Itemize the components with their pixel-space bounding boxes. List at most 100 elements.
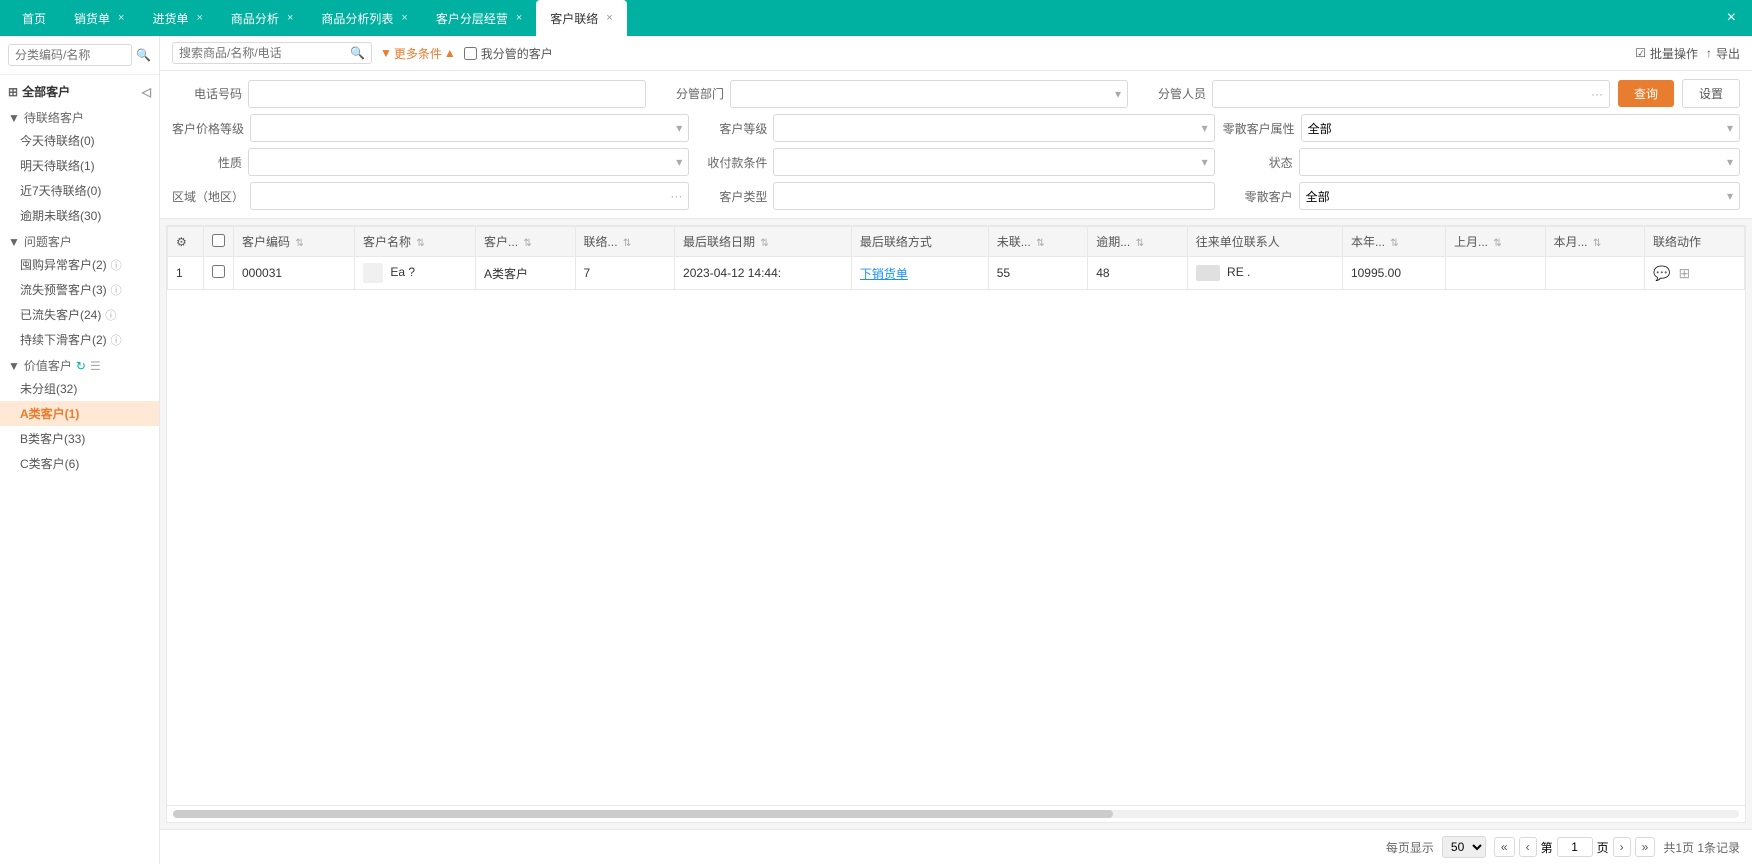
select-all-checkbox[interactable] xyxy=(212,234,225,247)
nav-tab-product-analysis-list[interactable]: 商品分析列表 × xyxy=(307,0,421,36)
sidebar-item-class-c[interactable]: C类客户(6) xyxy=(0,451,159,476)
sidebar-item-today-pending[interactable]: 今天待联络(0) xyxy=(0,128,159,153)
dept-select[interactable]: ▾ xyxy=(730,80,1128,108)
qr-icon[interactable]: ⊞ xyxy=(1678,265,1690,282)
col-contact-count: 联络... ⇅ xyxy=(575,227,675,257)
manager-select[interactable]: ··· xyxy=(1212,80,1610,108)
next-page-button[interactable]: › xyxy=(1613,837,1631,857)
first-page-button[interactable]: « xyxy=(1494,837,1515,857)
cell-code: 000031 xyxy=(234,257,355,290)
sidebar-collapse-icon[interactable]: ◁ xyxy=(142,85,151,99)
region-select[interactable]: ··· xyxy=(250,182,689,210)
col-no-contact: 未联... ⇅ xyxy=(988,227,1088,257)
filter-retail-attr: 零散客户属性 全部 ▾ xyxy=(1223,114,1740,142)
close-product-analysis-tab[interactable]: × xyxy=(287,12,293,24)
sidebar-search-input[interactable] xyxy=(8,44,132,66)
close-contact-tab[interactable]: × xyxy=(606,12,612,24)
settings-button[interactable]: 设置 xyxy=(1682,79,1740,108)
contact-method-link[interactable]: 下销货单 xyxy=(860,267,908,281)
price-level-select[interactable]: ▾ xyxy=(250,114,689,142)
sidebar-search-icon[interactable]: 🔍 xyxy=(136,48,151,62)
filter-bar: 🔍 ▼ 更多条件 ▲ 我分管的客户 ☑ 批量操作 ↑ 导出 xyxy=(160,36,1752,71)
my-customers-checkbox[interactable] xyxy=(464,47,477,60)
status-select[interactable]: ▾ xyxy=(1299,148,1740,176)
cell-type: A类客户 xyxy=(476,257,576,290)
sort-thismonth-icon: ⇅ xyxy=(1593,238,1601,249)
customer-level-select[interactable]: ▾ xyxy=(773,114,1214,142)
filter-row-3: 性质 ▾ 收付款条件 ▾ 状态 xyxy=(172,148,1740,176)
sidebar-item-abnormal-purchase[interactable]: 囤购异常客户(2) ⓘ xyxy=(0,252,159,277)
contact-person-avatar xyxy=(1196,265,1220,281)
retail2-caret-icon: ▾ xyxy=(1727,189,1733,203)
settings-icon[interactable]: ⚙ xyxy=(176,235,187,249)
col-this-year: 本年... ⇅ xyxy=(1342,227,1445,257)
sidebar-item-7days-pending[interactable]: 近7天待联络(0) xyxy=(0,178,159,203)
sort-type-icon: ⇅ xyxy=(523,238,531,249)
cell-no-contact: 55 xyxy=(988,257,1088,290)
filter-icon: ▼ xyxy=(380,46,392,60)
value-refresh-icon[interactable]: ↻ xyxy=(76,359,86,373)
retail-customer-select[interactable]: 全部 ▾ xyxy=(1299,182,1740,210)
nav-tab-sales[interactable]: 销货单 × xyxy=(60,0,138,36)
close-product-list-tab[interactable]: × xyxy=(401,12,407,24)
content-area: 🔍 ▼ 更多条件 ▲ 我分管的客户 ☑ 批量操作 ↑ 导出 xyxy=(160,36,1752,864)
sidebar-item-declining[interactable]: 持续下滑客户(2) ⓘ xyxy=(0,327,159,352)
nav-tab-home[interactable]: 首页 xyxy=(8,0,60,36)
sidebar-item-ungrouped[interactable]: 未分组(32) xyxy=(0,376,159,401)
advanced-filters: 电话号码 分管部门 ▾ 分管人员 ··· 查 xyxy=(160,71,1752,219)
value-settings-icon[interactable]: ☰ xyxy=(90,359,101,373)
prev-page-button[interactable]: ‹ xyxy=(1519,837,1537,857)
top-navigation: 首页 销货单 × 进货单 × 商品分析 × 商品分析列表 × 客户分层经营 × … xyxy=(0,0,1752,36)
nav-tab-customer-contact[interactable]: 客户联络 × xyxy=(536,0,626,36)
payment-select[interactable]: ▾ xyxy=(773,148,1214,176)
close-sales-tab[interactable]: × xyxy=(118,12,124,24)
price-caret-icon: ▾ xyxy=(676,121,682,135)
filter-nature: 性质 ▾ xyxy=(172,148,689,176)
retail-attr-select[interactable]: 全部 ▾ xyxy=(1301,114,1740,142)
batch-icon: ☑ xyxy=(1635,46,1646,60)
cell-overdue: 48 xyxy=(1088,257,1188,290)
sidebar-item-lost-customers[interactable]: 已流失客户(24) ⓘ xyxy=(0,302,159,327)
phone-input[interactable] xyxy=(248,80,646,108)
action-icons-container: 💬 ⊞ xyxy=(1653,265,1736,282)
scrollbar-thumb[interactable] xyxy=(173,810,1113,818)
filter-retail-customer: 零散客户 全部 ▾ xyxy=(1223,182,1740,210)
chat-icon[interactable]: 💬 xyxy=(1653,265,1670,282)
search-box: 🔍 xyxy=(172,42,372,64)
batch-operation-button[interactable]: ☑ 批量操作 xyxy=(1635,45,1698,62)
export-button[interactable]: ↑ 导出 xyxy=(1706,45,1740,62)
nav-tab-customer-tier[interactable]: 客户分层经营 × xyxy=(422,0,536,36)
sidebar-item-overdue-contact[interactable]: 逾期未联络(30) xyxy=(0,203,159,228)
row-checkbox[interactable] xyxy=(212,265,225,278)
sidebar-group-problem[interactable]: ▼ 问题客户 xyxy=(0,228,159,252)
page-size-select[interactable]: 50 xyxy=(1442,836,1486,858)
cell-actions: 💬 ⊞ xyxy=(1645,257,1745,290)
page-number-input[interactable] xyxy=(1557,837,1593,857)
filter-row-1: 电话号码 分管部门 ▾ 分管人员 ··· 查 xyxy=(172,79,1740,108)
main-search-input[interactable] xyxy=(179,46,350,60)
cell-contact-count: 7 xyxy=(575,257,675,290)
last-page-button[interactable]: » xyxy=(1635,837,1656,857)
close-tier-tab[interactable]: × xyxy=(516,12,522,24)
page-navigation: « ‹ 第 页 › » xyxy=(1494,837,1655,857)
nav-tab-product-analysis[interactable]: 商品分析 × xyxy=(217,0,307,36)
sidebar-item-loss-warning[interactable]: 流失预警客户(3) ⓘ xyxy=(0,277,159,302)
sidebar-item-tomorrow-pending[interactable]: 明天待联络(1) xyxy=(0,153,159,178)
my-customers-filter: 我分管的客户 xyxy=(464,45,553,62)
nav-tab-purchase[interactable]: 进货单 × xyxy=(138,0,216,36)
close-purchase-tab[interactable]: × xyxy=(196,12,202,24)
query-button[interactable]: 查询 xyxy=(1618,80,1674,107)
nature-select[interactable]: ▾ xyxy=(248,148,689,176)
sidebar-group-value[interactable]: ▼ 价值客户 ↻ ☰ xyxy=(0,352,159,376)
table-row: 1 000031 Ea ? A类客户 7 2023-04-12 14:44: xyxy=(168,257,1745,290)
sidebar-item-class-b[interactable]: B类客户(33) xyxy=(0,426,159,451)
sidebar-group-pending[interactable]: ▼ 待联络客户 xyxy=(0,104,159,128)
sort-overdue-icon: ⇅ xyxy=(1136,238,1144,249)
sidebar-item-class-a[interactable]: A类客户(1) xyxy=(0,401,159,426)
main-search-icon[interactable]: 🔍 xyxy=(350,46,365,60)
app-close-button[interactable]: × xyxy=(1719,9,1744,27)
payment-caret-icon: ▾ xyxy=(1202,155,1208,169)
filter-row-4: 区域（地区） ··· 客户类型 零散客户 全部 ▾ xyxy=(172,182,1740,210)
more-filters-button[interactable]: ▼ 更多条件 ▲ xyxy=(380,45,456,62)
customer-type-input[interactable] xyxy=(773,182,1214,210)
